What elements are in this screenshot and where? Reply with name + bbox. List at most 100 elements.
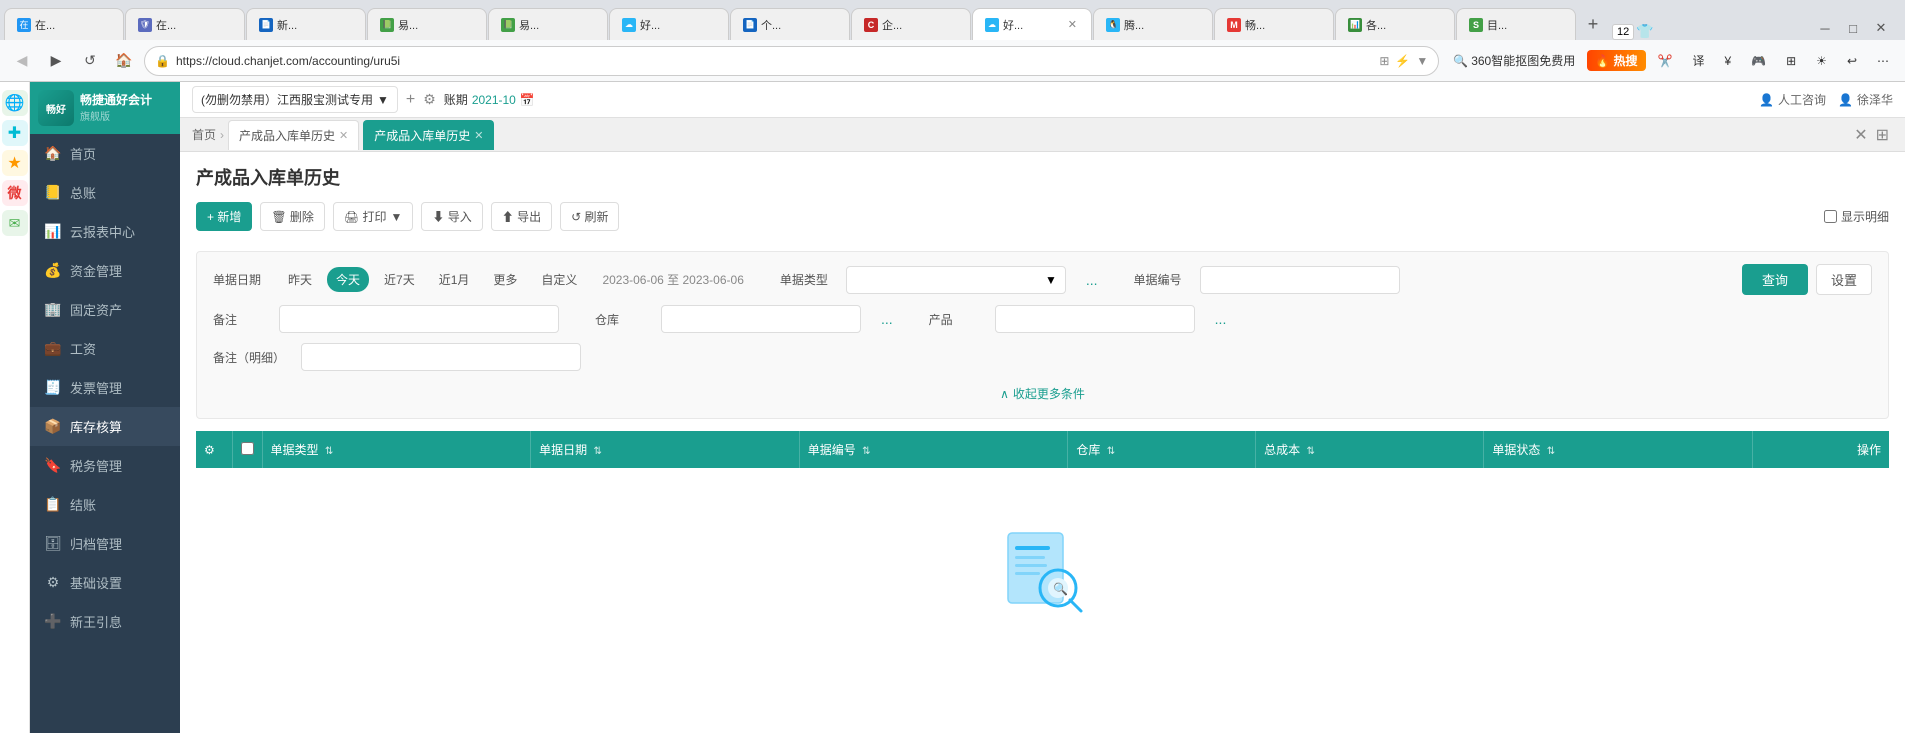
new-tab-button[interactable]: + (1577, 8, 1609, 40)
minimize-button[interactable]: ─ (1813, 16, 1837, 40)
sidebar-item-ledger[interactable]: 📒 总账 (30, 173, 180, 212)
date-1month-btn[interactable]: 近1月 (430, 267, 479, 292)
browser-tab-2[interactable]: 🛡 在... (125, 8, 245, 40)
hot-search-button[interactable]: 🔥 热搜 (1587, 50, 1645, 71)
note-filter-input[interactable] (279, 305, 559, 333)
col-number[interactable]: 单据编号 ⇅ (799, 431, 1068, 468)
sidebar-item-closing[interactable]: 📋 结账 (30, 485, 180, 524)
tab-history-close-icon[interactable]: ✕ (474, 129, 483, 142)
print-button[interactable]: 🖨 打印 ▼ (333, 202, 413, 231)
grid-tool[interactable]: ⊞ (1778, 47, 1804, 75)
company-selector[interactable]: (勿删勿禁用）江西服宝测试专用 ▼ (192, 86, 398, 113)
browser-tab-11[interactable]: M 畅... (1214, 8, 1334, 40)
export-button[interactable]: ⬆ 导出 (491, 202, 552, 231)
browser-tab-1[interactable]: 在 在... (4, 8, 124, 40)
sidebar-item-archive[interactable]: 🗄 归档管理 (30, 524, 180, 563)
browser-tab-9[interactable]: ☁ 好... ✕ (972, 8, 1092, 40)
add-button[interactable]: + 新增 (196, 202, 252, 231)
maximize-button[interactable]: □ (1841, 16, 1865, 40)
yuan-tool[interactable]: ¥ (1716, 47, 1739, 75)
type-filter-select[interactable]: ▼ (846, 266, 1066, 294)
col-checkbox[interactable] (232, 431, 262, 468)
date-more-btn[interactable]: 更多 (484, 267, 526, 292)
breadcrumb-tab-history[interactable]: 产成品入库单历史 ✕ (363, 120, 494, 150)
query-button[interactable]: 查询 (1742, 264, 1808, 295)
forward-button[interactable]: ▶ (42, 47, 70, 75)
type-filter-dots[interactable]: ... (1086, 272, 1098, 288)
col-date[interactable]: 单据日期 ⇅ (531, 431, 800, 468)
close-button[interactable]: ✕ (1869, 16, 1893, 40)
browser-tab-12[interactable]: 📊 各... (1335, 8, 1455, 40)
breadcrumb-tab-list[interactable]: 产成品入库单历史 ✕ (228, 120, 359, 150)
browser-tab-8[interactable]: C 企... (851, 8, 971, 40)
date-custom-btn[interactable]: 自定义 (532, 267, 586, 292)
show-cols-toggle[interactable]: 显示明细 (1824, 208, 1889, 225)
sidebar-item-funds[interactable]: 💰 资金管理 (30, 251, 180, 290)
warehouse-filter-input[interactable] (661, 305, 861, 333)
translate-tool[interactable]: 译 (1684, 47, 1712, 75)
sidebar-item-basic[interactable]: ⚙ 基础设置 (30, 563, 180, 602)
browser-tab-3[interactable]: 📄 新... (246, 8, 366, 40)
collapse-row[interactable]: ∧ 收起更多条件 (213, 381, 1872, 406)
browser-tab-6[interactable]: ☁ 好... (609, 8, 729, 40)
product-filter-dots[interactable]: ... (1215, 311, 1227, 327)
col-gear[interactable]: ⚙ (196, 431, 232, 468)
settings-filter-button[interactable]: 设置 (1816, 264, 1872, 295)
tab9-close-icon[interactable]: ✕ (1066, 16, 1079, 33)
panel-close-icon[interactable]: ✕ (1850, 121, 1871, 149)
col-status[interactable]: 单据状态 ⇅ (1484, 431, 1753, 468)
app-icon-weibo[interactable]: 微 (2, 180, 28, 206)
sidebar-item-inventory[interactable]: 📦 库存核算 (30, 407, 180, 446)
sidebar-item-salary[interactable]: 💼 工资 (30, 329, 180, 368)
col-warehouse[interactable]: 仓库 ⇅ (1068, 431, 1256, 468)
show-cols-checkbox-input[interactable] (1824, 210, 1837, 223)
browser-tab-13[interactable]: S 目... (1456, 8, 1576, 40)
product-filter-input[interactable] (995, 305, 1195, 333)
browser-tab-5[interactable]: 📗 易... (488, 8, 608, 40)
browser-tab-4[interactable]: 📗 易... (367, 8, 487, 40)
settings-topbar-icon[interactable]: ⚙ (423, 91, 436, 108)
browser-tab-10[interactable]: 🐧 腾... (1093, 8, 1213, 40)
app-icon-star[interactable]: ★ (2, 150, 28, 176)
col-type[interactable]: 单据类型 ⇅ (262, 431, 531, 468)
settings-tool[interactable]: ⋯ (1869, 47, 1897, 75)
dropdown-arrow-icon[interactable]: ▼ (1416, 54, 1428, 68)
home-nav-button[interactable]: 🏠 (110, 47, 138, 75)
tab-list-close-icon[interactable]: ✕ (339, 129, 348, 142)
sidebar-item-tax[interactable]: 🔖 税务管理 (30, 446, 180, 485)
select-all-checkbox[interactable] (241, 442, 254, 455)
game-tool[interactable]: 🎮 (1743, 47, 1774, 75)
date-7days-btn[interactable]: 近7天 (375, 267, 424, 292)
number-filter-input[interactable] (1200, 266, 1400, 294)
theme-tool[interactable]: ☀ (1808, 47, 1835, 75)
panel-expand-icon[interactable]: ⊞ (1872, 121, 1893, 149)
sidebar-item-fixed[interactable]: 🏢 固定资产 (30, 290, 180, 329)
user-profile-link[interactable]: 👤 徐泽华 (1838, 91, 1893, 108)
period-value[interactable]: 2021-10 (472, 93, 516, 107)
calendar-icon[interactable]: 📅 (520, 93, 535, 107)
app-icon-email[interactable]: ✉ (2, 210, 28, 236)
breadcrumb-home[interactable]: 首页 (192, 126, 216, 143)
sidebar-item-invoice[interactable]: 🧾 发票管理 (30, 368, 180, 407)
warehouse-filter-dots[interactable]: ... (881, 311, 893, 327)
back-button[interactable]: ◀ (8, 47, 36, 75)
date-yesterday-btn[interactable]: 昨天 (279, 267, 321, 292)
browser-tab-7[interactable]: 📄 个... (730, 8, 850, 40)
sidebar-item-newbill[interactable]: ➕ 新王引息 (30, 602, 180, 641)
scissors-tool[interactable]: ✂️ (1650, 47, 1681, 75)
date-today-btn[interactable]: 今天 (327, 267, 369, 292)
sidebar-item-home[interactable]: 🏠 首页 (30, 134, 180, 173)
note-detail-filter-input[interactable] (301, 343, 581, 371)
delete-button[interactable]: 🗑 删除 (260, 202, 325, 231)
app-icon-browser[interactable]: 🌐 (2, 90, 28, 116)
add-company-button[interactable]: + (406, 91, 415, 109)
col-total-cost[interactable]: 总成本 ⇅ (1256, 431, 1484, 468)
sidebar-item-reports[interactable]: 📊 云报表中心 (30, 212, 180, 251)
search-tool-button[interactable]: 🔍 360智能抠图免费用 (1445, 47, 1583, 75)
undo-tool[interactable]: ↩ (1839, 47, 1865, 75)
address-bar[interactable]: 🔒 https://cloud.chanjet.com/accounting/u… (144, 46, 1439, 76)
user-service-link[interactable]: 👤 人工咨询 (1759, 91, 1826, 108)
import-button[interactable]: ⬇ 导入 (421, 202, 482, 231)
refresh-button[interactable]: ↺ 刷新 (560, 202, 619, 231)
app-icon-chanjet[interactable]: ✚ (2, 120, 28, 146)
